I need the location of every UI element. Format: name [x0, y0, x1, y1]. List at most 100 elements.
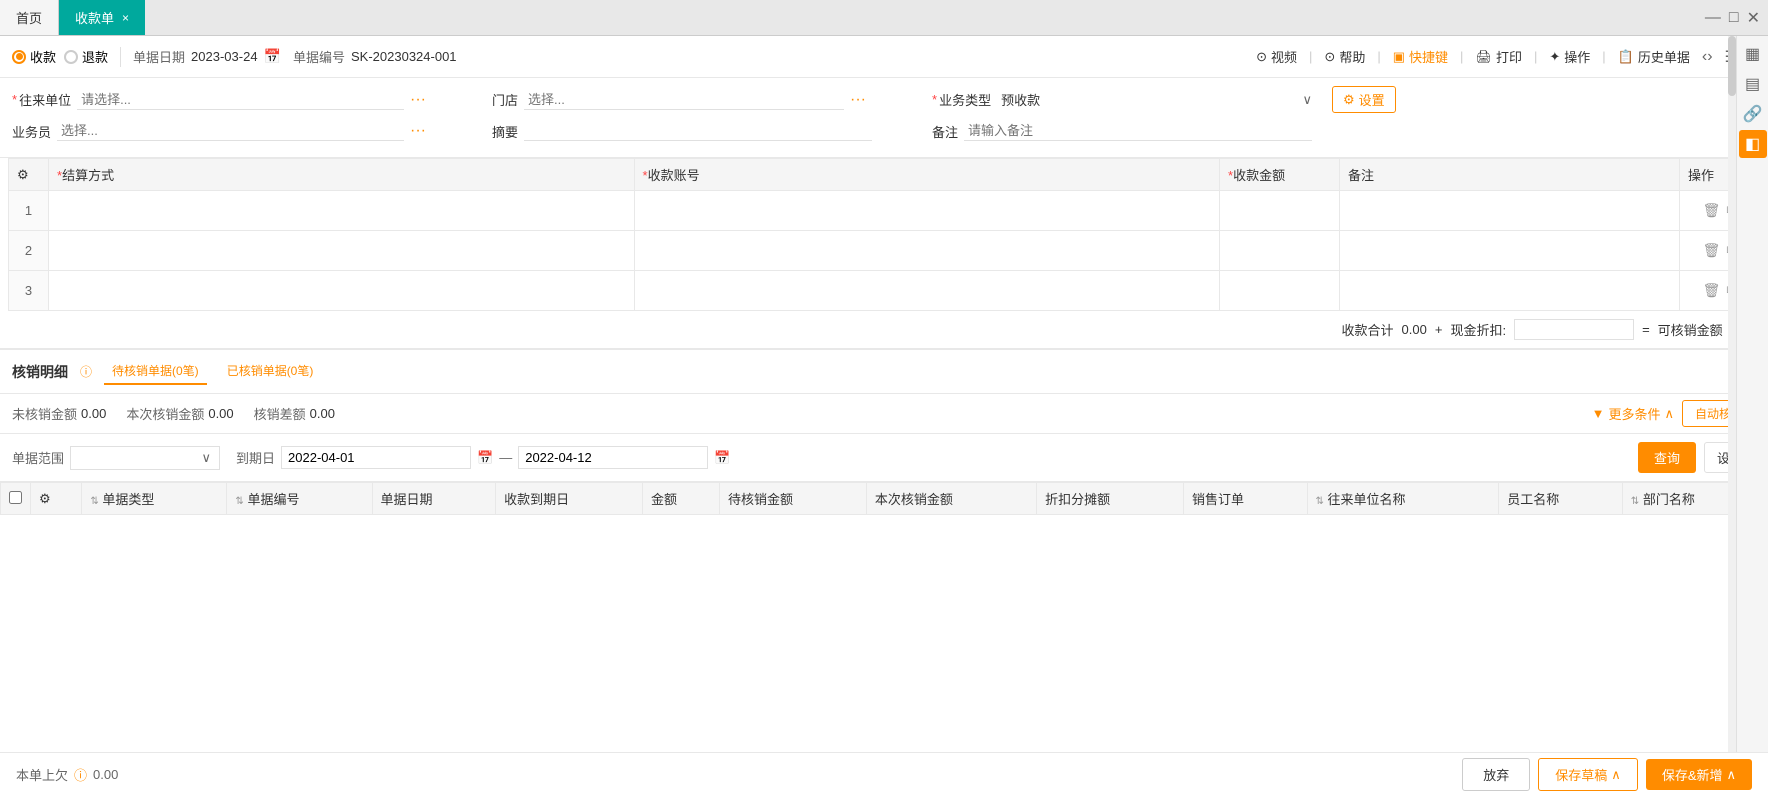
current-recon-label: 本次核销金额: [126, 404, 204, 423]
print-icon: 🖨: [1475, 49, 1492, 65]
save-new-button[interactable]: 保存&新增 ∧: [1646, 759, 1752, 790]
amount-cell-2[interactable]: [1220, 231, 1340, 271]
calendar-from-icon[interactable]: 📅: [477, 450, 493, 466]
video-label: 视频: [1271, 47, 1297, 66]
counterpart-label: 往来单位: [19, 90, 77, 109]
note-cell-2[interactable]: [1340, 231, 1680, 271]
settlement-cell-1[interactable]: [49, 191, 635, 231]
col-bill-date-header: 单据日期: [372, 483, 496, 515]
window-minimize-icon[interactable]: —: [1705, 9, 1721, 27]
row-num-3: 3: [9, 271, 49, 311]
diff-value: 0.00: [310, 406, 335, 421]
tab-home[interactable]: 首页: [0, 0, 59, 35]
receipt-radio[interactable]: 收款: [12, 47, 56, 66]
footer-info-icon[interactable]: ⓘ: [74, 765, 87, 784]
divider1: [120, 47, 121, 67]
form-row-1: * 往来单位 ··· 门店 ··· * 业务类型 预收款: [12, 86, 1756, 113]
counterpart-input[interactable]: [77, 90, 404, 110]
counterpart-field: * 往来单位 ···: [12, 90, 432, 110]
col-checkbox-header: [1, 483, 31, 515]
calendar-icon[interactable]: 📅: [264, 48, 281, 65]
col-current-amount-header: 本次核销金额: [866, 483, 1036, 515]
tab-receipt[interactable]: 收款单 ×: [59, 0, 145, 35]
video-btn[interactable]: ⊙ 视频: [1256, 47, 1297, 66]
window-close-icon[interactable]: ✕: [1747, 8, 1760, 28]
settings-label: 设置: [1359, 90, 1385, 109]
salesperson-input[interactable]: [57, 121, 404, 141]
note-cell-1[interactable]: [1340, 191, 1680, 231]
account-cell-1[interactable]: [634, 191, 1220, 231]
table-wrapper: ⚙ *结算方式 *收款账号 *收款金额 备注 操作: [0, 158, 1768, 311]
calendar-to-icon[interactable]: 📅: [714, 450, 730, 466]
dropdown-arrow-icon[interactable]: ∨: [1302, 92, 1312, 108]
scroll-thumb[interactable]: [1728, 36, 1736, 96]
tab-pending[interactable]: 待核销单据(0笔): [104, 358, 207, 385]
sidebar-list-icon[interactable]: ▤: [1739, 70, 1767, 98]
sidebar-link-icon[interactable]: 🔗: [1739, 100, 1767, 128]
tab-close-icon[interactable]: ×: [122, 11, 129, 25]
counterpart-more-icon[interactable]: ···: [404, 91, 432, 109]
footer-buttons: 放弃 保存草稿 ∧ 保存&新增 ∧: [1462, 758, 1752, 791]
shortcut-btn[interactable]: ▣ 快捷键: [1393, 47, 1448, 66]
help-btn[interactable]: ⊙ 帮助: [1324, 47, 1365, 66]
account-cell-2[interactable]: [634, 231, 1220, 271]
col-amount-header: *收款金额: [1220, 159, 1340, 191]
delete-row-3-icon[interactable]: 🗑: [1703, 282, 1721, 299]
account-cell-3[interactable]: [634, 271, 1220, 311]
recon-info-icon[interactable]: ⓘ: [80, 363, 92, 380]
table-row: 3 🗑 ⧉: [9, 271, 1760, 311]
delete-row-2-icon[interactable]: 🗑: [1703, 242, 1721, 259]
query-button[interactable]: 查询: [1638, 442, 1696, 473]
history-icon: 📋: [1618, 49, 1634, 65]
due-date-filter-field: 到期日 📅 — 📅: [236, 446, 730, 469]
more-conditions-btn[interactable]: ▼ 更多条件 ∧: [1592, 404, 1674, 423]
operate-btn[interactable]: ✦ 操作: [1549, 47, 1590, 66]
date-value: 2023-03-24: [191, 49, 258, 64]
note-input[interactable]: [964, 121, 1312, 141]
due-date-to-input[interactable]: [518, 446, 708, 469]
sort-icon: ⇅: [90, 496, 98, 507]
settlement-cell-2[interactable]: [49, 231, 635, 271]
form-row-2: 业务员 ··· 摘要 备注: [12, 121, 1756, 141]
col-settlement-header: *结算方式: [49, 159, 635, 191]
history-btn[interactable]: 📋 历史单据: [1618, 47, 1690, 66]
summary-input[interactable]: [524, 121, 872, 141]
refund-radio[interactable]: 退款: [64, 47, 108, 66]
recon-title: 核销明细: [12, 362, 68, 382]
operate-icon: ✦: [1549, 49, 1560, 65]
col-settings-header[interactable]: ⚙: [9, 159, 49, 191]
business-type-label: 业务类型: [939, 90, 997, 109]
store-input[interactable]: [524, 90, 844, 110]
discount-input[interactable]: [1514, 319, 1634, 340]
footer-info: 本单上欠 ⓘ 0.00: [16, 765, 118, 784]
salesperson-more-icon[interactable]: ···: [404, 122, 432, 140]
save-draft-button[interactable]: 保存草稿 ∧: [1538, 758, 1638, 791]
amount-cell-1[interactable]: [1220, 191, 1340, 231]
print-btn[interactable]: 🖨 打印: [1475, 47, 1522, 66]
abandon-button[interactable]: 放弃: [1462, 758, 1530, 791]
amount-cell-3[interactable]: [1220, 271, 1340, 311]
col-settings-bottom-header[interactable]: ⚙: [31, 483, 82, 515]
col-account-header: *收款账号: [634, 159, 1220, 191]
delete-row-1-icon[interactable]: 🗑: [1703, 202, 1721, 219]
note-cell-3[interactable]: [1340, 271, 1680, 311]
help-icon: ⊙: [1324, 49, 1335, 65]
store-more-icon[interactable]: ···: [844, 91, 872, 109]
select-all-checkbox[interactable]: [9, 491, 22, 504]
footer-value: 0.00: [93, 767, 118, 782]
summary-label: 摘要: [492, 122, 524, 141]
sidebar-table-icon[interactable]: ▦: [1739, 40, 1767, 68]
right-sidebar: ▦ ▤ 🔗 ◧: [1736, 36, 1768, 752]
required-mark2: *: [932, 92, 937, 107]
next-arrow-icon[interactable]: ›: [1707, 48, 1712, 66]
refund-radio-circle: [64, 50, 78, 64]
tab-done[interactable]: 已核销单据(0笔): [219, 358, 322, 385]
window-maximize-icon[interactable]: □: [1729, 9, 1739, 27]
sidebar-panel-icon[interactable]: ◧: [1739, 130, 1767, 158]
settings-icon: ⚙: [17, 167, 29, 182]
date-label: 单据日期: [133, 47, 185, 66]
due-date-from-input[interactable]: [281, 446, 471, 469]
settlement-cell-3[interactable]: [49, 271, 635, 311]
range-select[interactable]: ∨: [70, 446, 220, 470]
settings-button[interactable]: ⚙ 设置: [1332, 86, 1396, 113]
